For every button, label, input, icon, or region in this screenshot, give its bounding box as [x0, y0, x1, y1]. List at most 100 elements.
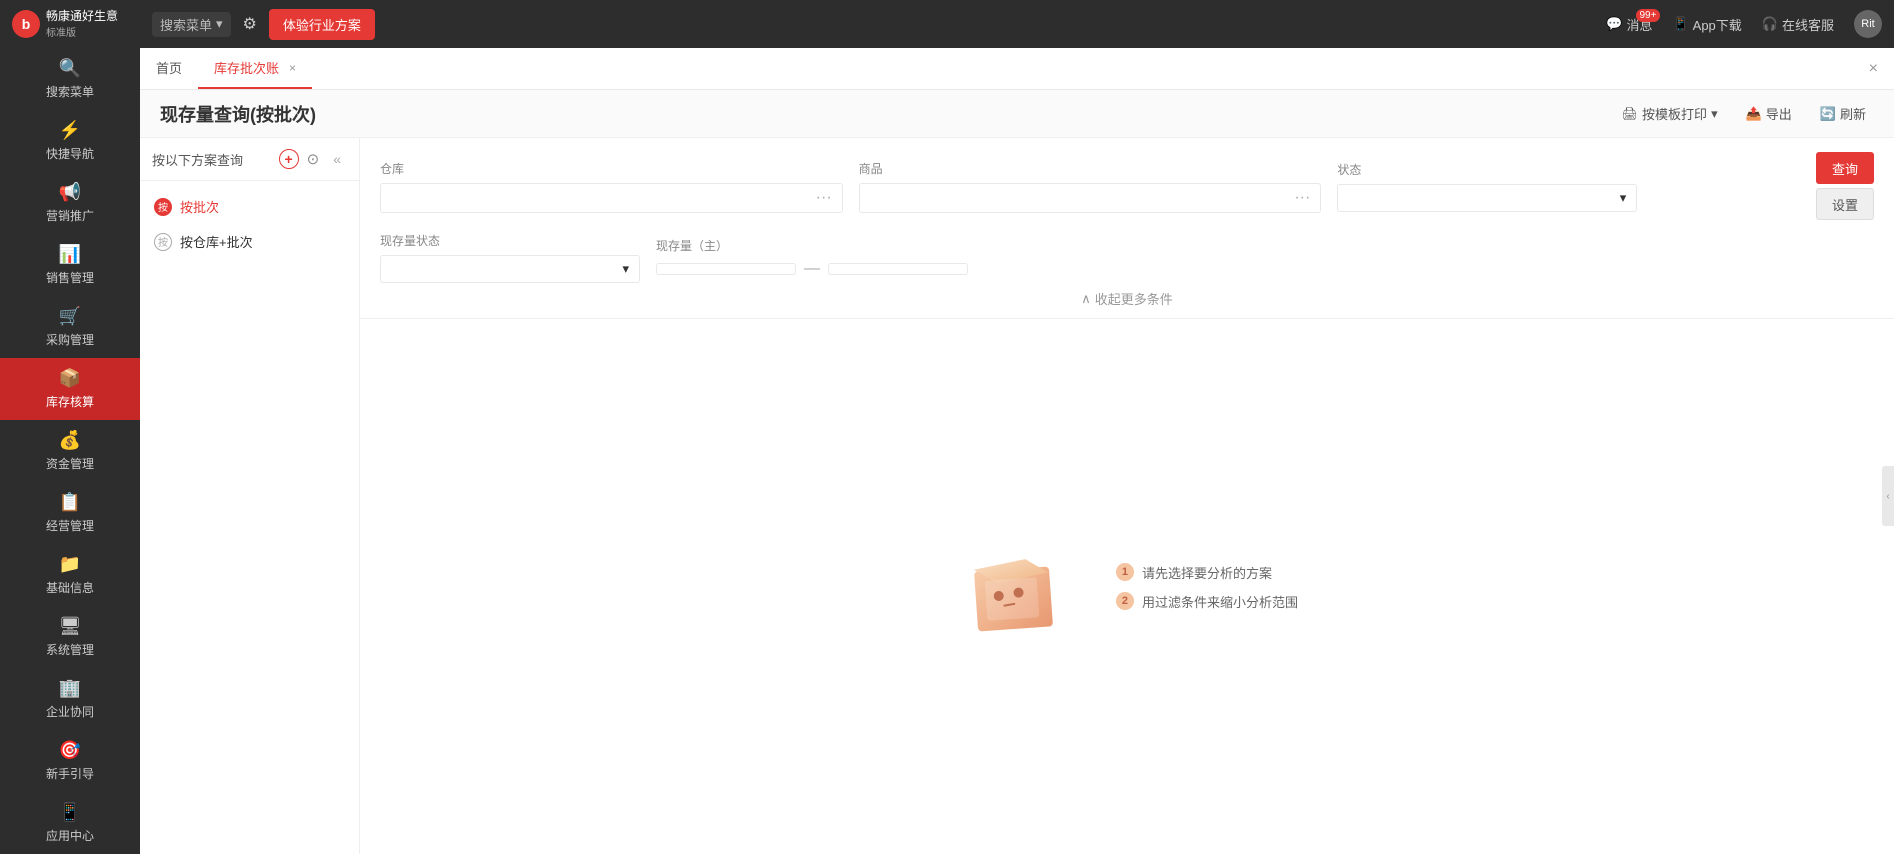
- refresh-button[interactable]: 🔄 刷新: [1812, 100, 1874, 127]
- warehouse-ellipsis[interactable]: ···: [816, 189, 832, 207]
- message-icon: 💬: [1606, 16, 1622, 32]
- topbar-search-label: 搜索菜单: [160, 15, 212, 34]
- collapse-filters-button[interactable]: ∧ 收起更多条件: [380, 283, 1874, 308]
- inventory-qty-dash: —: [796, 260, 828, 278]
- topbar-center: 搜索菜单 ▾ ⚙ 体验行业方案: [152, 9, 1606, 40]
- refresh-icon: 🔄: [1820, 106, 1836, 122]
- goods-ellipsis[interactable]: ···: [1294, 189, 1310, 207]
- trial-button[interactable]: 体验行业方案: [269, 9, 375, 40]
- page-actions: 🖨 按模板打印 ▾ 📤 导出 🔄 刷新: [1614, 100, 1874, 127]
- sidebar-item-enterprise[interactable]: 🏢 企业协同: [0, 668, 140, 730]
- sidebar-item-basic[interactable]: 📁 基础信息: [0, 544, 140, 606]
- tab-bar: 首页 库存批次账 × ×: [140, 48, 1894, 90]
- tab-home[interactable]: 首页: [140, 48, 198, 89]
- sidebar-item-system[interactable]: 🖥 系统管理: [0, 606, 140, 668]
- sidebar-item-purchase[interactable]: 🛒 采购管理: [0, 296, 140, 358]
- sidebar-item-finance[interactable]: 💰 资金管理: [0, 420, 140, 482]
- online-service-button[interactable]: 🎧 在线客服: [1762, 15, 1834, 34]
- empty-state: 1 请先选择要分析的方案 2 用过滤条件来缩小分析范围: [360, 319, 1894, 854]
- sidebar-item-operation[interactable]: 📋 经营管理: [0, 482, 140, 544]
- tip-text-2: 用过滤条件来缩小分析范围: [1142, 592, 1298, 611]
- app-download-button[interactable]: 📱 App下载: [1672, 15, 1741, 34]
- topbar-right: 💬 消息 99+ 📱 App下载 🎧 在线客服 Rit: [1606, 10, 1882, 38]
- user-profile[interactable]: Rit: [1854, 10, 1882, 38]
- sidebar-item-sales[interactable]: 📊 销售管理: [0, 234, 140, 296]
- sidebar-item-search[interactable]: 🔍 搜索菜单: [0, 48, 140, 110]
- tip-num-2: 2: [1116, 592, 1134, 610]
- plan-label: 按仓库+批次: [180, 232, 253, 251]
- filter-area: 仓库 ··· 商品 ···: [360, 138, 1894, 319]
- tab-close-icon[interactable]: ×: [289, 61, 296, 75]
- finance-icon: 💰: [59, 430, 81, 451]
- content-area: 首页 库存批次账 × × 现存量查询(按批次) 🖨 按模板打印 ▾ 📤 导出: [140, 48, 1894, 854]
- guide-icon: 🎯: [59, 740, 81, 761]
- right-drawer-handle[interactable]: ‹: [1882, 466, 1894, 526]
- tab-batch-inventory[interactable]: 库存批次账 ×: [198, 48, 312, 89]
- plan-item-by-warehouse-batch[interactable]: 按 按仓库+批次: [140, 224, 359, 259]
- goods-label: 商品: [859, 160, 1322, 177]
- topbar-search-section[interactable]: 搜索菜单 ▾: [152, 12, 231, 37]
- export-button[interactable]: 📤 导出: [1738, 100, 1800, 127]
- global-close-button[interactable]: ×: [1853, 50, 1894, 88]
- quick-nav-icon: ⚡: [59, 120, 81, 141]
- topbar-gear-icon[interactable]: ⚙: [239, 10, 261, 38]
- sidebar-item-label: 搜索菜单: [46, 83, 94, 100]
- left-panel-actions: + ⊙ «: [279, 148, 347, 170]
- tip-item-2: 2 用过滤条件来缩小分析范围: [1116, 592, 1298, 611]
- plan-dot-inactive: 按: [154, 233, 172, 251]
- main-split: 按以下方案查询 + ⊙ « 按 按批次 按 按仓库+批次: [140, 138, 1894, 854]
- status-dropdown-icon[interactable]: ▾: [1620, 190, 1627, 206]
- messages-badge: 99+: [1636, 9, 1661, 22]
- service-icon: 🎧: [1762, 16, 1778, 32]
- left-panel: 按以下方案查询 + ⊙ « 按 按批次 按 按仓库+批次: [140, 138, 360, 854]
- system-icon: 🖥: [59, 616, 82, 637]
- topbar-search-dropdown-icon[interactable]: ▾: [216, 16, 223, 32]
- plan-settings-icon[interactable]: ⊙: [305, 148, 322, 170]
- collapse-filters-icon: ∧: [1081, 291, 1091, 307]
- print-button[interactable]: 🖨 按模板打印 ▾: [1614, 100, 1726, 127]
- add-plan-icon[interactable]: +: [279, 149, 299, 169]
- left-panel-header: 按以下方案查询 + ⊙ «: [140, 138, 359, 181]
- sidebar-item-quick-nav[interactable]: ⚡ 快捷导航: [0, 110, 140, 172]
- sidebar-item-label: 基础信息: [46, 579, 94, 596]
- inventory-qty-min[interactable]: [656, 263, 796, 275]
- plan-label: 按批次: [180, 197, 219, 216]
- query-button[interactable]: 查询: [1816, 152, 1874, 184]
- inventory-qty-range: —: [656, 260, 968, 278]
- inventory-status-dropdown-icon[interactable]: ▾: [622, 261, 629, 277]
- empty-illustration: [956, 527, 1076, 647]
- sidebar-item-label: 销售管理: [46, 269, 94, 286]
- app-edition: 标准版: [46, 24, 118, 39]
- warehouse-input[interactable]: ···: [380, 183, 843, 213]
- sidebar-item-marketing[interactable]: 📢 营销推广: [0, 172, 140, 234]
- page-title: 现存量查询(按批次): [160, 101, 316, 127]
- sidebar-item-label: 快捷导航: [46, 145, 94, 162]
- app-name: 畅康通好生意: [46, 9, 118, 23]
- warehouse-label: 仓库: [380, 160, 843, 177]
- sidebar-item-label: 库存核算: [46, 393, 94, 410]
- print-dropdown-icon[interactable]: ▾: [1711, 106, 1718, 122]
- inventory-status-label: 现存量状态: [380, 232, 640, 249]
- filter-row-1: 仓库 ··· 商品 ···: [380, 152, 1874, 220]
- inventory-qty-max[interactable]: [828, 263, 968, 275]
- sidebar-item-inventory[interactable]: 📦 库存核算: [0, 358, 140, 420]
- tip-item-1: 1 请先选择要分析的方案: [1116, 563, 1298, 582]
- goods-filter-field: 商品 ···: [859, 160, 1322, 213]
- sidebar-item-guide[interactable]: 🎯 新手引导: [0, 730, 140, 792]
- sidebar-item-label: 采购管理: [46, 331, 94, 348]
- app-logo: b 畅康通好生意 标准版: [12, 9, 152, 38]
- plan-item-by-batch[interactable]: 按 按批次: [140, 189, 359, 224]
- print-icon: 🖨: [1622, 106, 1639, 122]
- sidebar: 🔍 搜索菜单 ⚡ 快捷导航 📢 营销推广 📊 销售管理 🛒 采购管理 📦 库存核…: [0, 48, 140, 854]
- sidebar-item-label: 经营管理: [46, 517, 94, 534]
- settings-button[interactable]: 设置: [1816, 188, 1874, 220]
- inventory-icon: 📦: [59, 368, 81, 389]
- messages-button[interactable]: 💬 消息 99+: [1606, 15, 1652, 34]
- panel-collapse-icon[interactable]: «: [327, 151, 347, 167]
- goods-input[interactable]: ···: [859, 183, 1322, 213]
- right-content: 仓库 ··· 商品 ···: [360, 138, 1894, 854]
- inventory-status-select[interactable]: ▾: [380, 255, 640, 283]
- sidebar-item-appstore[interactable]: 📱 应用中心: [0, 792, 140, 854]
- tip-text-1: 请先选择要分析的方案: [1142, 563, 1272, 582]
- status-select[interactable]: ▾: [1337, 184, 1637, 212]
